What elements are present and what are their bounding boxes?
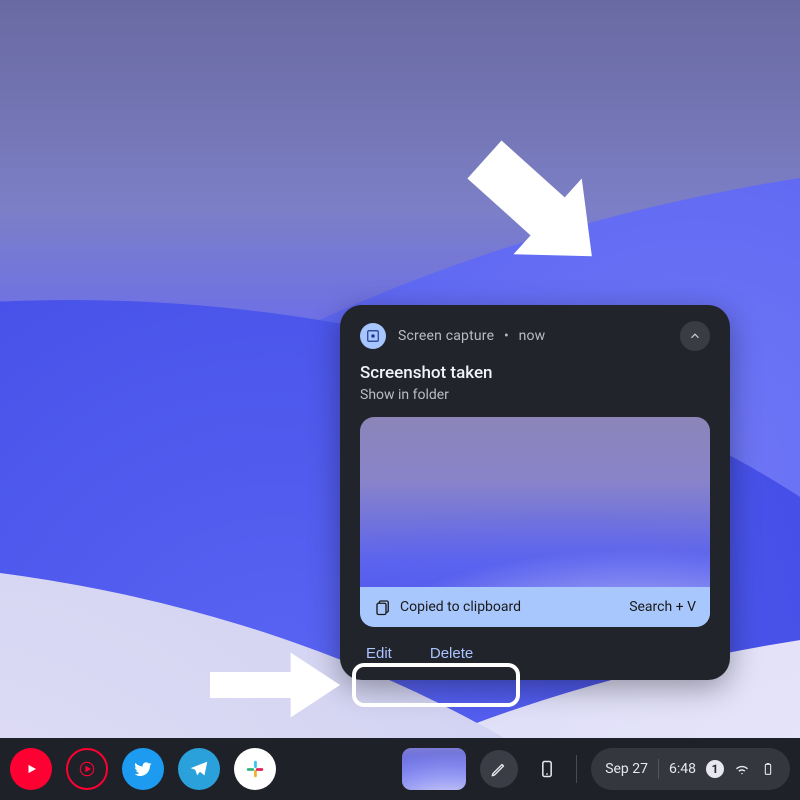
- tray-date: Sep 27: [605, 761, 648, 777]
- twitter-icon: [133, 759, 153, 779]
- youtube-app[interactable]: [10, 748, 52, 790]
- phone-hub-button[interactable]: [532, 754, 562, 784]
- separator-dot: •: [498, 328, 515, 344]
- stylus-tools-button[interactable]: [480, 750, 518, 788]
- clipboard-label: Copied to clipboard: [400, 599, 521, 615]
- annotation-arrow-icon: [210, 645, 340, 725]
- twitter-app[interactable]: [122, 748, 164, 790]
- youtube-icon: [21, 759, 41, 779]
- wifi-icon: [734, 761, 750, 777]
- show-in-folder-link[interactable]: Show in folder: [360, 387, 710, 403]
- notification-app-name: Screen capture: [398, 328, 494, 344]
- tray-divider: [658, 759, 659, 779]
- status-tray[interactable]: Sep 27 6:48 1: [591, 748, 790, 790]
- notification-count-badge: 1: [706, 760, 724, 778]
- battery-icon: [760, 761, 776, 777]
- stylus-icon: [490, 760, 508, 778]
- recent-screenshot-thumb[interactable]: [402, 748, 466, 790]
- shelf: Sep 27 6:48 1: [0, 738, 800, 800]
- delete-button[interactable]: Delete: [428, 641, 475, 666]
- youtube-music-icon: [77, 759, 97, 779]
- collapse-button[interactable]: [680, 321, 710, 351]
- phone-icon: [537, 759, 557, 779]
- clipboard-shortcut: Search + V: [629, 599, 696, 615]
- chevron-up-icon: [688, 329, 702, 343]
- youtube-music-app[interactable]: [66, 748, 108, 790]
- slack-app[interactable]: [234, 748, 276, 790]
- screenshot-notification[interactable]: Screen capture • now Screenshot taken Sh…: [340, 305, 730, 680]
- telegram-icon: [188, 758, 210, 780]
- edit-button[interactable]: Edit: [364, 641, 394, 666]
- notification-header: Screen capture • now: [360, 321, 710, 351]
- shelf-divider: [576, 755, 577, 783]
- slack-icon: [244, 758, 266, 780]
- notification-actions: Edit Delete: [360, 641, 710, 666]
- notification-title: Screenshot taken: [360, 363, 710, 383]
- tray-time: 6:48: [669, 761, 696, 777]
- notification-time-ago: now: [519, 328, 546, 344]
- screen-capture-icon: [360, 323, 386, 349]
- notification-source: Screen capture • now: [398, 328, 545, 344]
- clipboard-icon: [374, 598, 392, 616]
- telegram-app[interactable]: [178, 748, 220, 790]
- screenshot-preview[interactable]: Copied to clipboard Search + V: [360, 417, 710, 627]
- clipboard-banner: Copied to clipboard Search + V: [360, 587, 710, 627]
